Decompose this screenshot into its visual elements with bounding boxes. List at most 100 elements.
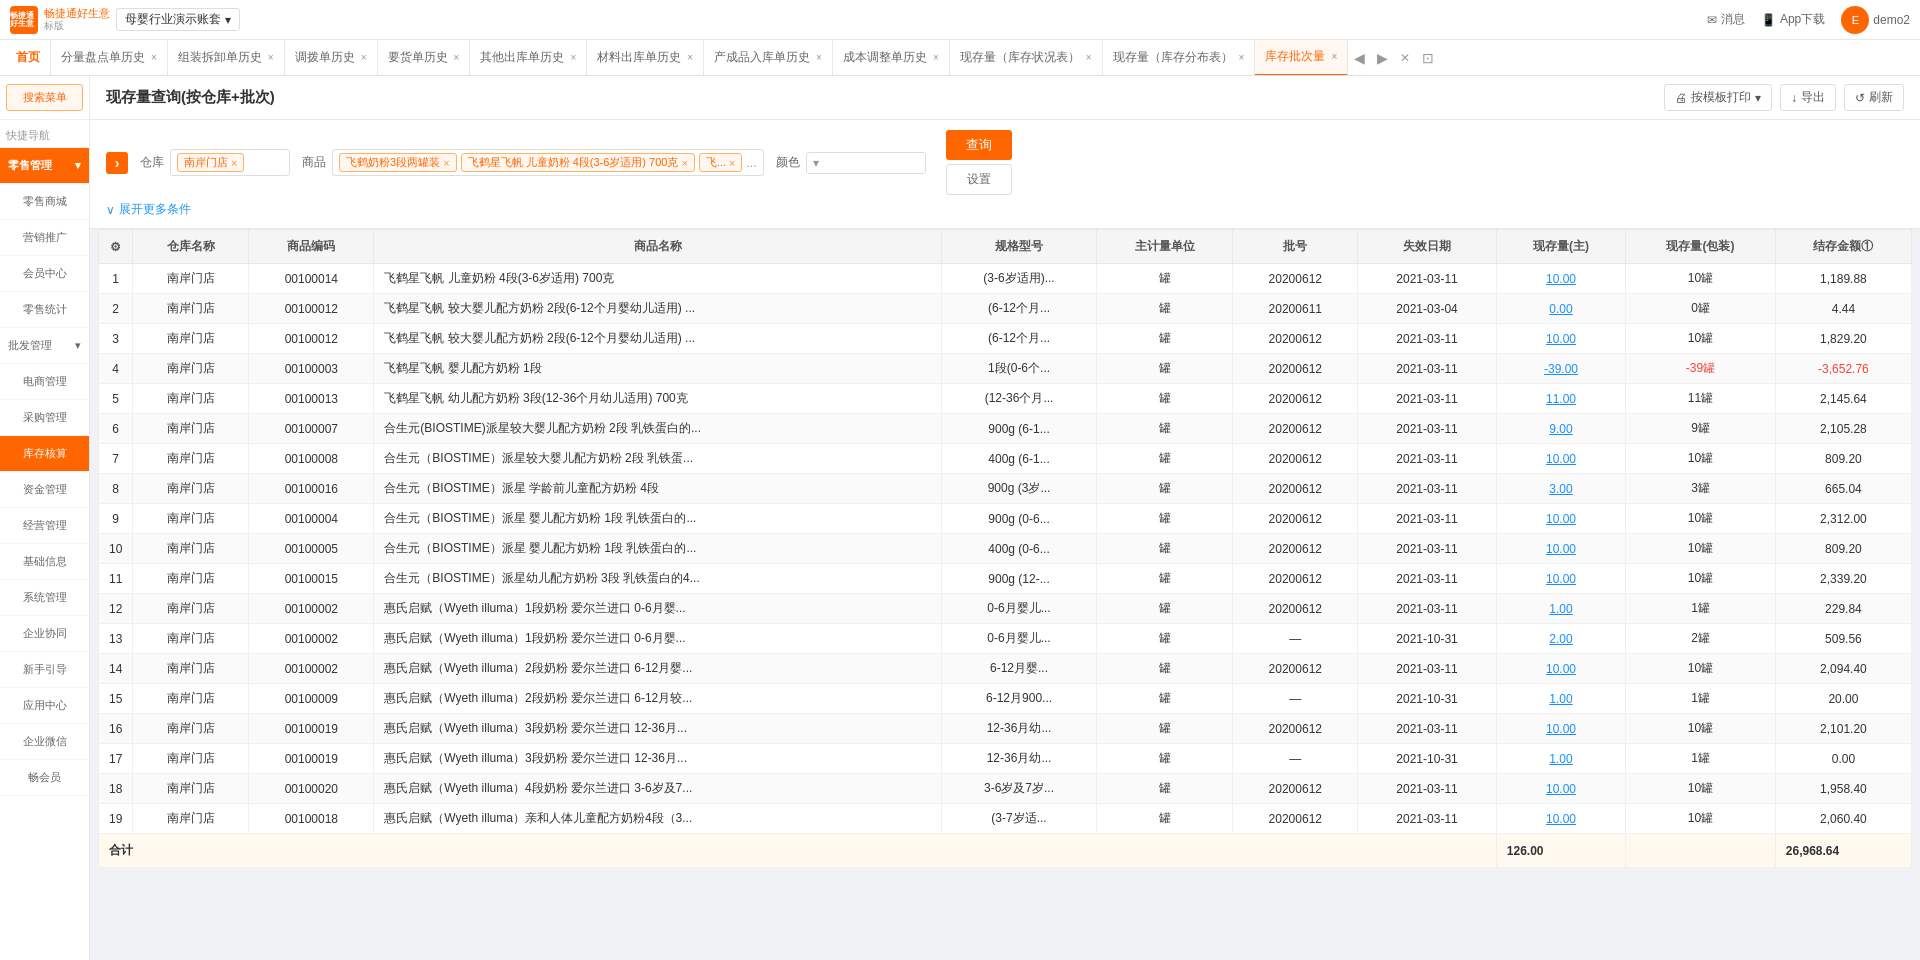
- product-more-dots[interactable]: ...: [746, 156, 756, 170]
- row-number: 6: [99, 414, 133, 444]
- filter-expand-button[interactable]: ›: [106, 152, 128, 174]
- tab-kucunpiciliang-label: 库存批次量: [1265, 48, 1325, 65]
- row-qty-main[interactable]: 1.00: [1496, 744, 1625, 774]
- product-tag-1-close[interactable]: ×: [443, 157, 449, 169]
- query-button[interactable]: 查询: [946, 130, 1012, 160]
- row-qty-main[interactable]: 1.00: [1496, 684, 1625, 714]
- row-qty-pkg: 10罐: [1626, 444, 1776, 474]
- sidebar-item-operations[interactable]: 经营管理: [0, 508, 89, 544]
- tab-diaoba[interactable]: 调拨单历史 ×: [285, 40, 378, 76]
- message-button[interactable]: ✉ 消息: [1707, 11, 1745, 28]
- tab-close-kucunpiciliang[interactable]: ×: [1331, 51, 1337, 62]
- sidebar-item-retail-stats[interactable]: 零售统计: [0, 292, 89, 328]
- sidebar-item-enterprise-collab[interactable]: 企业协同: [0, 616, 89, 652]
- row-qty-main[interactable]: 10.00: [1496, 804, 1625, 834]
- row-batch: 20200612: [1233, 474, 1358, 504]
- warehouse-filter-group: 仓库 南岸门店 ×: [140, 149, 290, 176]
- tab-chengben[interactable]: 成本调整单历史 ×: [833, 40, 950, 76]
- color-tag-container[interactable]: ▾: [806, 152, 926, 174]
- warehouse-tag-close[interactable]: ×: [231, 157, 237, 169]
- tab-chanjinku[interactable]: 产成品入库单历史 ×: [704, 40, 833, 76]
- tab-close-chengben[interactable]: ×: [933, 52, 939, 63]
- tab-zuhe[interactable]: 组装拆卸单历史 ×: [168, 40, 285, 76]
- table-row: 8南岸门店00100016合生元（BIOSTIME）派星 学龄前儿童配方奶粉 4…: [99, 474, 1912, 504]
- row-qty-main[interactable]: 10.00: [1496, 774, 1625, 804]
- tab-cailiaoku[interactable]: 材料出库单历史 ×: [587, 40, 704, 76]
- row-qty-main[interactable]: 10.00: [1496, 654, 1625, 684]
- tab-close-chanjinku[interactable]: ×: [816, 52, 822, 63]
- row-qty-main[interactable]: 10.00: [1496, 324, 1625, 354]
- tab-home[interactable]: 首页: [6, 40, 51, 76]
- row-qty-main[interactable]: 10.00: [1496, 264, 1625, 294]
- user-profile[interactable]: E demo2: [1841, 6, 1910, 34]
- tab-close-zuhe[interactable]: ×: [268, 52, 274, 63]
- sidebar-item-inventory[interactable]: 库存核算: [0, 436, 89, 472]
- sidebar-item-ecommerce[interactable]: 电商管理: [0, 364, 89, 400]
- sidebar-item-retail-manage[interactable]: 零售管理 ▾: [0, 148, 89, 184]
- expand-more-conditions[interactable]: ∨ 展开更多条件: [106, 201, 1904, 218]
- search-menu-button[interactable]: 搜索菜单: [6, 84, 83, 111]
- product-tag-container[interactable]: 飞鹤奶粉3段两罐装 × 飞鹤星飞帆 儿童奶粉 4段(3-6岁适用) 700克 ×…: [332, 149, 764, 176]
- store-select[interactable]: 母婴行业演示账套 ▾: [116, 8, 240, 31]
- sidebar-item-member[interactable]: 畅会员: [0, 760, 89, 796]
- row-qty-main[interactable]: 2.00: [1496, 624, 1625, 654]
- tab-close-xianzailiang1[interactable]: ×: [1086, 52, 1092, 63]
- warehouse-filter-label: 仓库: [140, 154, 164, 171]
- setting-button[interactable]: 设置: [946, 164, 1012, 195]
- row-qty-main[interactable]: 9.00: [1496, 414, 1625, 444]
- row-qty-main[interactable]: 0.00: [1496, 294, 1625, 324]
- sidebar-item-retail-mall[interactable]: 零售商城: [0, 184, 89, 220]
- sidebar-item-wholesale[interactable]: 批发管理 ▾: [0, 328, 89, 364]
- row-qty-main[interactable]: 10.00: [1496, 714, 1625, 744]
- row-qty-main[interactable]: 1.00: [1496, 594, 1625, 624]
- tab-close-cailiaoku[interactable]: ×: [687, 52, 693, 63]
- tab-close-xianzailiang2[interactable]: ×: [1239, 52, 1245, 63]
- row-spec: 1段(0-6个...: [941, 354, 1096, 384]
- product-tag-3-close[interactable]: ×: [729, 157, 735, 169]
- print-button[interactable]: 🖨 按模板打印 ▾: [1664, 84, 1772, 111]
- warehouse-tag-container[interactable]: 南岸门店 ×: [170, 149, 290, 176]
- tab-fenku[interactable]: 分量盘点单历史 ×: [51, 40, 168, 76]
- sidebar-item-member-center[interactable]: 会员中心: [0, 256, 89, 292]
- refresh-button[interactable]: ↺ 刷新: [1844, 84, 1904, 111]
- row-qty-main[interactable]: 10.00: [1496, 504, 1625, 534]
- row-qty-main[interactable]: 10.00: [1496, 444, 1625, 474]
- row-warehouse: 南岸门店: [133, 354, 249, 384]
- tab-kucunpiciliang[interactable]: 库存批次量 ×: [1255, 40, 1348, 76]
- sidebar-item-marketing[interactable]: 营销推广: [0, 220, 89, 256]
- sidebar-item-finance[interactable]: 资金管理: [0, 472, 89, 508]
- row-spec: 0-6月婴儿...: [941, 594, 1096, 624]
- sidebar-item-wechat-work[interactable]: 企业微信: [0, 724, 89, 760]
- app-download-button[interactable]: 📱 App下载: [1761, 11, 1825, 28]
- row-qty-main[interactable]: 10.00: [1496, 534, 1625, 564]
- tab-close-fenku[interactable]: ×: [151, 52, 157, 63]
- export-button[interactable]: ↓ 导出: [1780, 84, 1836, 111]
- row-amount: -3,652.76: [1775, 354, 1911, 384]
- tab-prev-button[interactable]: ◀: [1348, 50, 1371, 66]
- sidebar-item-newbie-guide[interactable]: 新手引导: [0, 652, 89, 688]
- table-row: 18南岸门店00100020惠氏启赋（Wyeth illuma）4段奶粉 爱尔兰…: [99, 774, 1912, 804]
- tab-xianzailiang1[interactable]: 现存量（库存状况表） ×: [950, 40, 1103, 76]
- page-title: 现存量查询(按仓库+批次): [106, 88, 275, 107]
- row-amount: 2,312.00: [1775, 504, 1911, 534]
- row-qty-main[interactable]: 3.00: [1496, 474, 1625, 504]
- row-qty-main[interactable]: -39.00: [1496, 354, 1625, 384]
- sidebar-item-purchase[interactable]: 采购管理: [0, 400, 89, 436]
- product-tag-2-close[interactable]: ×: [681, 157, 687, 169]
- col-settings[interactable]: ⚙: [99, 230, 133, 264]
- row-qty-main[interactable]: 10.00: [1496, 564, 1625, 594]
- row-qty-main[interactable]: 11.00: [1496, 384, 1625, 414]
- tab-more-button[interactable]: ⊡: [1416, 50, 1440, 66]
- tab-close-yaohuo[interactable]: ×: [454, 52, 460, 63]
- tab-close-qitachu[interactable]: ×: [570, 52, 576, 63]
- tab-next-button[interactable]: ▶: [1371, 50, 1394, 66]
- tab-qitachu[interactable]: 其他出库单历史 ×: [470, 40, 587, 76]
- tab-close-diaoba[interactable]: ×: [361, 52, 367, 63]
- sidebar-item-sys-manage[interactable]: 系统管理: [0, 580, 89, 616]
- product-filter-label: 商品: [302, 154, 326, 171]
- tab-close-all-button[interactable]: ✕: [1394, 51, 1416, 65]
- sidebar-item-app-center[interactable]: 应用中心: [0, 688, 89, 724]
- tab-xianzailiang2[interactable]: 现存量（库存分布表） ×: [1103, 40, 1256, 76]
- tab-yaohuo[interactable]: 要货单历史 ×: [378, 40, 471, 76]
- sidebar-item-basic-info[interactable]: 基础信息: [0, 544, 89, 580]
